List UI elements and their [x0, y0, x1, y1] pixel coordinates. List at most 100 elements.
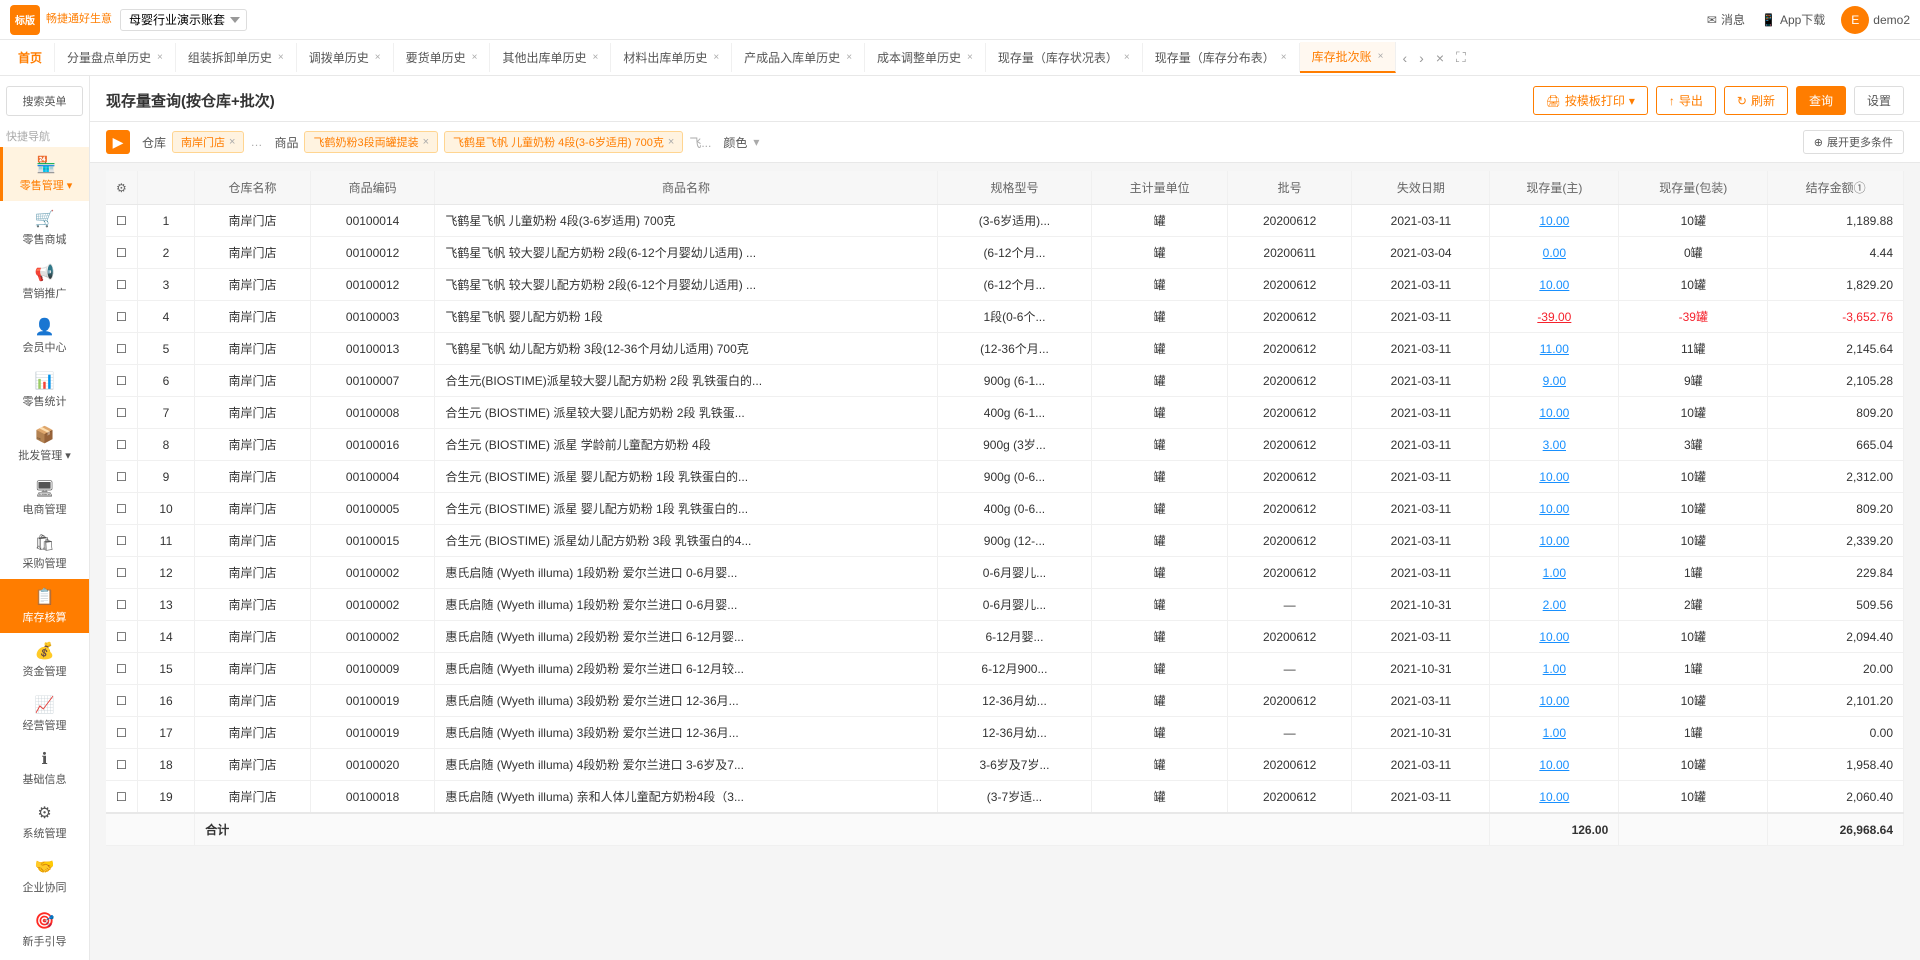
row-stock-main[interactable]: 10.00	[1490, 205, 1619, 237]
row-check[interactable]: ☐	[106, 205, 137, 237]
sidebar-item-operations[interactable]: 📈 经营管理	[0, 687, 89, 741]
row-stock-main[interactable]: 10.00	[1490, 493, 1619, 525]
close-icon[interactable]: ×	[1378, 51, 1384, 62]
tab-4[interactable]: 要货单历史 ×	[394, 43, 491, 72]
sidebar-item-basics[interactable]: ℹ 基础信息	[0, 741, 89, 795]
nav-close-btn[interactable]: ×	[1430, 46, 1450, 70]
sidebar-item-ecommerce[interactable]: 🖥 电商管理	[0, 471, 89, 525]
tab-11-active[interactable]: 库存批次账 ×	[1300, 42, 1397, 73]
tab-9[interactable]: 现存量（库存状况表） ×	[986, 43, 1143, 72]
tab-5[interactable]: 其他出库单历史 ×	[490, 43, 611, 72]
sidebar-item-retail-stats[interactable]: 📊 零售统计	[0, 363, 89, 417]
sidebar-item-wholesale[interactable]: 📦 批发管理 ▾	[0, 417, 89, 471]
row-stock-main[interactable]: 10.00	[1490, 525, 1619, 557]
row-check[interactable]: ☐	[106, 429, 137, 461]
industry-select[interactable]: 母婴行业演示账套	[120, 9, 247, 31]
row-check[interactable]: ☐	[106, 525, 137, 557]
row-stock-main[interactable]: 11.00	[1490, 333, 1619, 365]
sidebar-item-purchase[interactable]: 🛍 采购管理	[0, 525, 89, 579]
row-check[interactable]: ☐	[106, 685, 137, 717]
row-stock-main[interactable]: 0.00	[1490, 237, 1619, 269]
row-check[interactable]: ☐	[106, 717, 137, 749]
row-stock-main[interactable]: 10.00	[1490, 621, 1619, 653]
warehouse-tag[interactable]: 南岸门店 ×	[172, 131, 244, 153]
row-stock-main[interactable]: 9.00	[1490, 365, 1619, 397]
nav-fullscreen-btn[interactable]: ⛶	[1450, 45, 1472, 70]
tab-2[interactable]: 组装拆卸单历史 ×	[176, 43, 297, 72]
close-icon[interactable]: ×	[278, 52, 284, 63]
message-btn[interactable]: ✉ 消息	[1707, 11, 1745, 28]
close-icon[interactable]: ×	[967, 52, 973, 63]
tab-7[interactable]: 产成品入库单历史 ×	[732, 43, 865, 72]
product-tag-1[interactable]: 飞鹤奶粉3段両罐提装 ×	[304, 131, 438, 153]
product-tag-1-close[interactable]: ×	[423, 136, 429, 148]
query-btn[interactable]: 查询	[1796, 86, 1846, 115]
close-icon[interactable]: ×	[375, 52, 381, 63]
row-check[interactable]: ☐	[106, 237, 137, 269]
close-icon[interactable]: ×	[1281, 52, 1287, 63]
row-stock-main[interactable]: 1.00	[1490, 557, 1619, 589]
row-check[interactable]: ☐	[106, 781, 137, 814]
row-stock-main[interactable]: 1.00	[1490, 717, 1619, 749]
row-stock-main[interactable]: 10.00	[1490, 781, 1619, 814]
app-download-btn[interactable]: 📱 App下载	[1761, 11, 1825, 28]
print-btn[interactable]: 🖨 按模板打印 ▾	[1533, 86, 1648, 115]
tab-home[interactable]: 首页	[6, 43, 55, 72]
refresh-btn[interactable]: ↻ 刷新	[1724, 86, 1788, 115]
row-stock-main[interactable]: 10.00	[1490, 461, 1619, 493]
search-menu-btn[interactable]: 搜索英单	[6, 86, 83, 116]
close-icon[interactable]: ×	[1124, 52, 1130, 63]
row-stock-main[interactable]: 2.00	[1490, 589, 1619, 621]
filter-expand-btn[interactable]: ▶	[106, 130, 130, 154]
tab-10[interactable]: 现存量（库存分布表） ×	[1143, 43, 1300, 72]
nav-prev-arrow[interactable]: ‹	[1396, 46, 1413, 70]
close-icon[interactable]: ×	[713, 52, 719, 63]
row-check[interactable]: ☐	[106, 621, 137, 653]
sidebar-item-member[interactable]: 👤 会员中心	[0, 309, 89, 363]
sidebar-item-marketing[interactable]: 📢 营销推广	[0, 255, 89, 309]
sidebar-item-system[interactable]: ⚙ 系统管理	[0, 795, 89, 849]
row-stock-main[interactable]: 10.00	[1490, 749, 1619, 781]
warehouse-tag-close[interactable]: ×	[229, 136, 235, 148]
color-dropdown-arrow[interactable]: ▾	[753, 135, 759, 149]
sidebar-item-inventory[interactable]: 📋 库存核算	[0, 579, 89, 633]
row-check[interactable]: ☐	[106, 397, 137, 429]
row-check[interactable]: ☐	[106, 301, 137, 333]
close-icon[interactable]: ×	[592, 52, 598, 63]
row-check[interactable]: ☐	[106, 493, 137, 525]
row-stock-main[interactable]: -39.00	[1490, 301, 1619, 333]
user-avatar[interactable]: E demo2	[1841, 6, 1910, 34]
row-check[interactable]: ☐	[106, 333, 137, 365]
product-more[interactable]: 飞...	[689, 134, 711, 151]
tab-1[interactable]: 分量盘点单历史 ×	[55, 43, 176, 72]
warehouse-more[interactable]: …	[250, 135, 262, 149]
close-icon[interactable]: ×	[157, 52, 163, 63]
row-check[interactable]: ☐	[106, 461, 137, 493]
row-stock-main[interactable]: 10.00	[1490, 269, 1619, 301]
export-btn[interactable]: ↑ 导出	[1656, 86, 1716, 115]
nav-next-arrow[interactable]: ›	[1413, 46, 1430, 70]
row-check[interactable]: ☐	[106, 653, 137, 685]
tab-3[interactable]: 调拨单历史 ×	[297, 43, 394, 72]
row-check[interactable]: ☐	[106, 557, 137, 589]
sidebar-item-finance[interactable]: 💰 资金管理	[0, 633, 89, 687]
close-icon[interactable]: ×	[472, 52, 478, 63]
product-tag-2[interactable]: 飞鹤星飞帆 儿童奶粉 4段(3-6岁适用) 700克 ×	[444, 131, 683, 153]
col-settings[interactable]: ⚙	[106, 171, 137, 205]
row-stock-main[interactable]: 3.00	[1490, 429, 1619, 461]
row-check[interactable]: ☐	[106, 749, 137, 781]
row-check[interactable]: ☐	[106, 589, 137, 621]
row-check[interactable]: ☐	[106, 269, 137, 301]
close-icon[interactable]: ×	[846, 52, 852, 63]
sidebar-item-retail-mall[interactable]: 🛒 零售商城	[0, 201, 89, 255]
row-stock-main[interactable]: 10.00	[1490, 397, 1619, 429]
product-tag-2-close[interactable]: ×	[668, 136, 674, 148]
sidebar-item-guide[interactable]: 🎯 新手引导	[0, 903, 89, 957]
row-stock-main[interactable]: 10.00	[1490, 685, 1619, 717]
settings-btn[interactable]: 设置	[1854, 86, 1904, 115]
sidebar-item-retail-mgmt[interactable]: 🏪 零售管理 ▾	[0, 147, 89, 201]
row-check[interactable]: ☐	[106, 365, 137, 397]
tab-6[interactable]: 材料出库单历史 ×	[611, 43, 732, 72]
tab-8[interactable]: 成本调整单历史 ×	[865, 43, 986, 72]
row-stock-main[interactable]: 1.00	[1490, 653, 1619, 685]
